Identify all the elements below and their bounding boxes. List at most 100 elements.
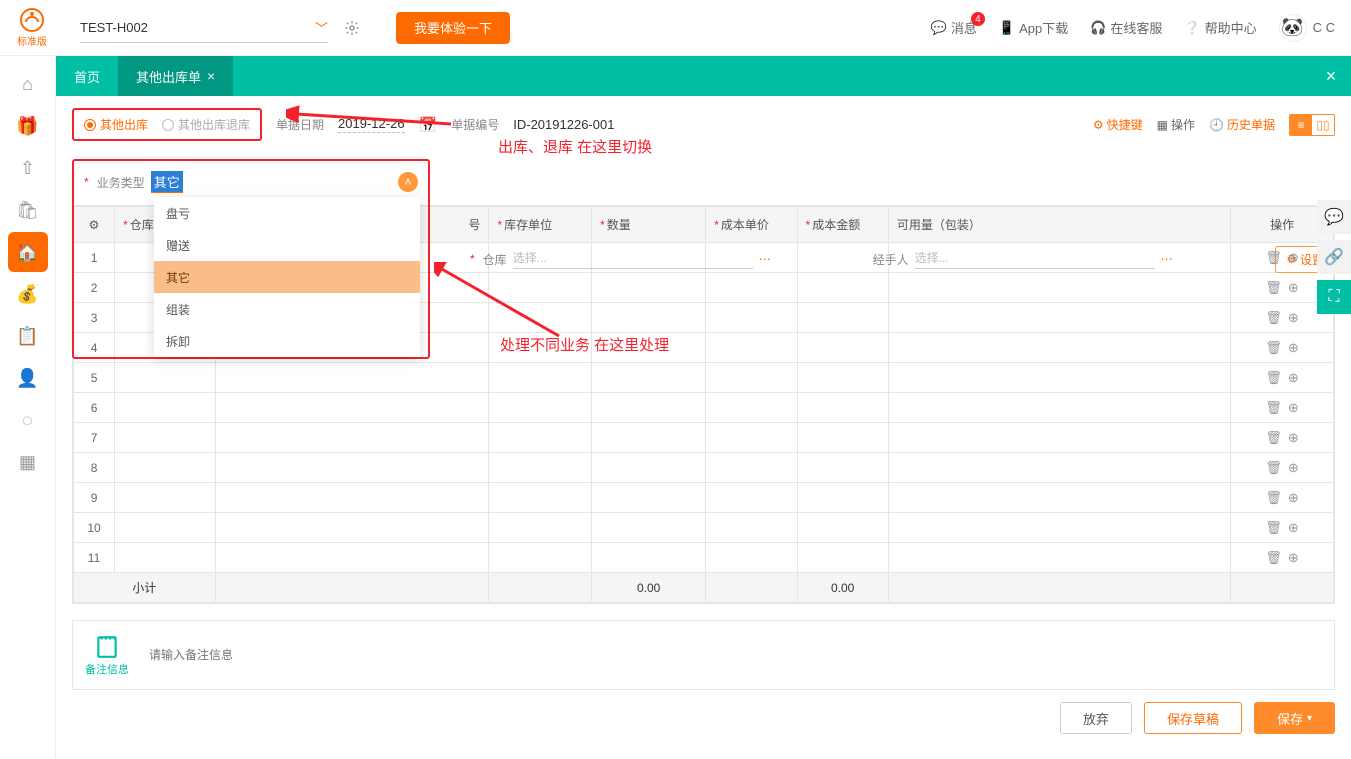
delete-icon[interactable]: 🗑 — [1265, 370, 1282, 385]
message-icon: 💬 — [931, 20, 947, 36]
dock-link-icon[interactable]: 🔗 — [1317, 240, 1351, 274]
business-type-label: 业务类型 — [97, 174, 145, 191]
delete-icon[interactable]: 🗑 — [1265, 460, 1282, 475]
th-available: 可用量（包装） — [888, 207, 1230, 243]
help-center-link[interactable]: ❔ 帮助中心 — [1184, 18, 1256, 37]
delete-icon[interactable]: 🗑 — [1265, 550, 1282, 565]
nav-money[interactable]: 💰 — [8, 274, 48, 314]
nav-gift[interactable]: 🎁 — [8, 106, 48, 146]
tab-home[interactable]: 首页 — [56, 56, 118, 96]
radio-dot-icon — [84, 119, 96, 131]
warehouse-select[interactable]: 选择... — [513, 249, 753, 269]
toolbar: 其他出库 其他出库退库 单据日期 2019-12-26 📅 单据编号 ID-20… — [72, 108, 1335, 141]
radio-other-outbound-return[interactable]: 其他出库退库 — [162, 116, 250, 133]
radio-other-outbound[interactable]: 其他出库 — [84, 116, 148, 133]
row-index: 5 — [74, 363, 115, 393]
table-row[interactable]: 7🗑⊕ — [74, 423, 1334, 453]
add-row-icon[interactable]: ⊕ — [1288, 340, 1299, 355]
dock-chat-icon[interactable]: 💬 — [1317, 200, 1351, 234]
add-row-icon[interactable]: ⊕ — [1288, 460, 1299, 475]
chevron-up-icon[interactable]: ˄ — [398, 172, 418, 192]
nav-contact[interactable]: 👤 — [8, 358, 48, 398]
calendar-icon[interactable]: 📅 — [419, 116, 438, 134]
online-service-link[interactable]: 🎧 在线客服 — [1090, 18, 1162, 37]
dropdown-item[interactable]: 拆卸 — [154, 325, 420, 357]
chevron-down-icon: ﹀ — [315, 18, 328, 37]
headset-icon: 🎧 — [1090, 20, 1106, 36]
nav-warehouse[interactable]: 🏠 — [8, 232, 48, 272]
add-row-icon[interactable]: ⊕ — [1288, 370, 1299, 385]
operate-link[interactable]: ▦操作 — [1157, 116, 1195, 133]
delete-icon[interactable]: 🗑 — [1265, 520, 1282, 535]
table-row[interactable]: 5 🗑 ⊕ — [74, 363, 1334, 393]
nav-bag[interactable]: 🛍 — [8, 190, 48, 230]
th-stock-unit: *库存单位 — [489, 207, 592, 243]
row-index: 9 — [74, 483, 115, 513]
shortcut-link[interactable]: ⚙快捷键 — [1093, 116, 1143, 133]
dropdown-item[interactable]: 组装 — [154, 293, 420, 325]
org-select[interactable]: TEST-H002 ﹀ — [80, 13, 328, 43]
row-index: 11 — [74, 543, 115, 573]
add-row-icon[interactable]: ⊕ — [1288, 490, 1299, 505]
tab-other-outbound[interactable]: 其他出库单 × — [118, 56, 233, 96]
nav-clipboard[interactable]: 📋 — [8, 316, 48, 356]
delete-icon[interactable]: 🗑 — [1265, 400, 1282, 415]
dropdown-item[interactable]: 赠送 — [154, 229, 420, 261]
messages-link[interactable]: 💬 消息 4 — [931, 18, 977, 37]
business-type-input[interactable]: 其它 — [151, 171, 183, 193]
add-row-icon[interactable]: ⊕ — [1288, 550, 1299, 565]
chevron-down-icon: ▾ — [1307, 713, 1312, 724]
remark-input[interactable] — [149, 648, 1322, 662]
view-grid[interactable]: ▯▯ — [1312, 115, 1334, 135]
bill-no-label: 单据编号 — [451, 116, 499, 133]
add-row-icon[interactable]: ⊕ — [1288, 250, 1299, 265]
subtotal-amount: 0.00 — [797, 573, 888, 603]
dropdown-item[interactable]: 盘亏 — [154, 197, 420, 229]
tabs-bar-close[interactable]: × — [1311, 56, 1351, 96]
history-icon: 🕘 — [1209, 118, 1224, 132]
table-row[interactable]: 9 🗑 ⊕ — [74, 483, 1334, 513]
save-button[interactable]: 保存 ▾ — [1254, 702, 1335, 734]
row-index: 6 — [74, 393, 115, 423]
footer-actions: 放弃 保存草稿 保存 ▾ — [72, 702, 1335, 738]
delete-icon[interactable]: 🗑 — [1265, 310, 1282, 325]
discard-button[interactable]: 放弃 — [1060, 702, 1132, 734]
close-icon[interactable]: × — [207, 68, 215, 84]
row-ops: 🗑⊕ — [1231, 333, 1334, 363]
dropdown-item[interactable]: 其它 — [154, 261, 420, 293]
nav-new[interactable]: ▦ — [8, 442, 48, 482]
bill-date[interactable]: 2019-12-26 — [338, 116, 405, 133]
nav-ring[interactable]: ◌ — [8, 400, 48, 440]
warehouse-field: * 仓库 选择... ⋯ — [470, 249, 833, 269]
gear-icon: ⚙ — [1093, 118, 1104, 132]
table-row[interactable]: 8🗑⊕ — [74, 453, 1334, 483]
save-draft-button[interactable]: 保存草稿 — [1144, 702, 1242, 734]
app-download-link[interactable]: 📱 App下载 — [999, 18, 1068, 37]
table-row[interactable]: 6 🗑 ⊕ — [74, 393, 1334, 423]
handler-select[interactable]: 选择... — [915, 249, 1155, 269]
dock-expand-icon[interactable]: ⛶ — [1317, 280, 1351, 314]
delete-icon[interactable]: 🗑 — [1265, 490, 1282, 505]
add-row-icon[interactable]: ⊕ — [1288, 520, 1299, 535]
delete-icon[interactable]: 🗑 — [1265, 430, 1282, 445]
table-row[interactable]: 10🗑⊕ — [74, 513, 1334, 543]
delete-icon[interactable]: 🗑 — [1265, 340, 1282, 355]
add-row-icon[interactable]: ⊕ — [1288, 280, 1299, 295]
settings-icon[interactable] — [340, 16, 364, 40]
more-icon[interactable]: ⋯ — [1161, 252, 1175, 266]
nav-home[interactable]: ⌂ — [8, 64, 48, 104]
view-list[interactable]: ≡ — [1290, 115, 1312, 135]
add-row-icon[interactable]: ⊕ — [1288, 430, 1299, 445]
add-row-icon[interactable]: ⊕ — [1288, 400, 1299, 415]
add-row-icon[interactable]: ⊕ — [1288, 310, 1299, 325]
nav-upload-house[interactable]: ⇧ — [8, 148, 48, 188]
more-icon[interactable]: ⋯ — [759, 252, 773, 266]
th-cost-amount: *成本金额 — [797, 207, 888, 243]
avatar[interactable]: 🐼 — [1279, 14, 1307, 42]
table-row[interactable]: 11 🗑 ⊕ — [74, 543, 1334, 573]
delete-icon[interactable]: 🗑 — [1265, 280, 1282, 295]
delete-icon[interactable]: 🗑 — [1265, 250, 1282, 265]
left-nav: ⌂ 🎁 ⇧ 🛍 🏠 💰 📋 👤 ◌ ▦ — [0, 56, 56, 759]
history-link[interactable]: 🕘历史单据 — [1209, 116, 1275, 133]
try-experience-button[interactable]: 我要体验一下 — [396, 12, 510, 44]
